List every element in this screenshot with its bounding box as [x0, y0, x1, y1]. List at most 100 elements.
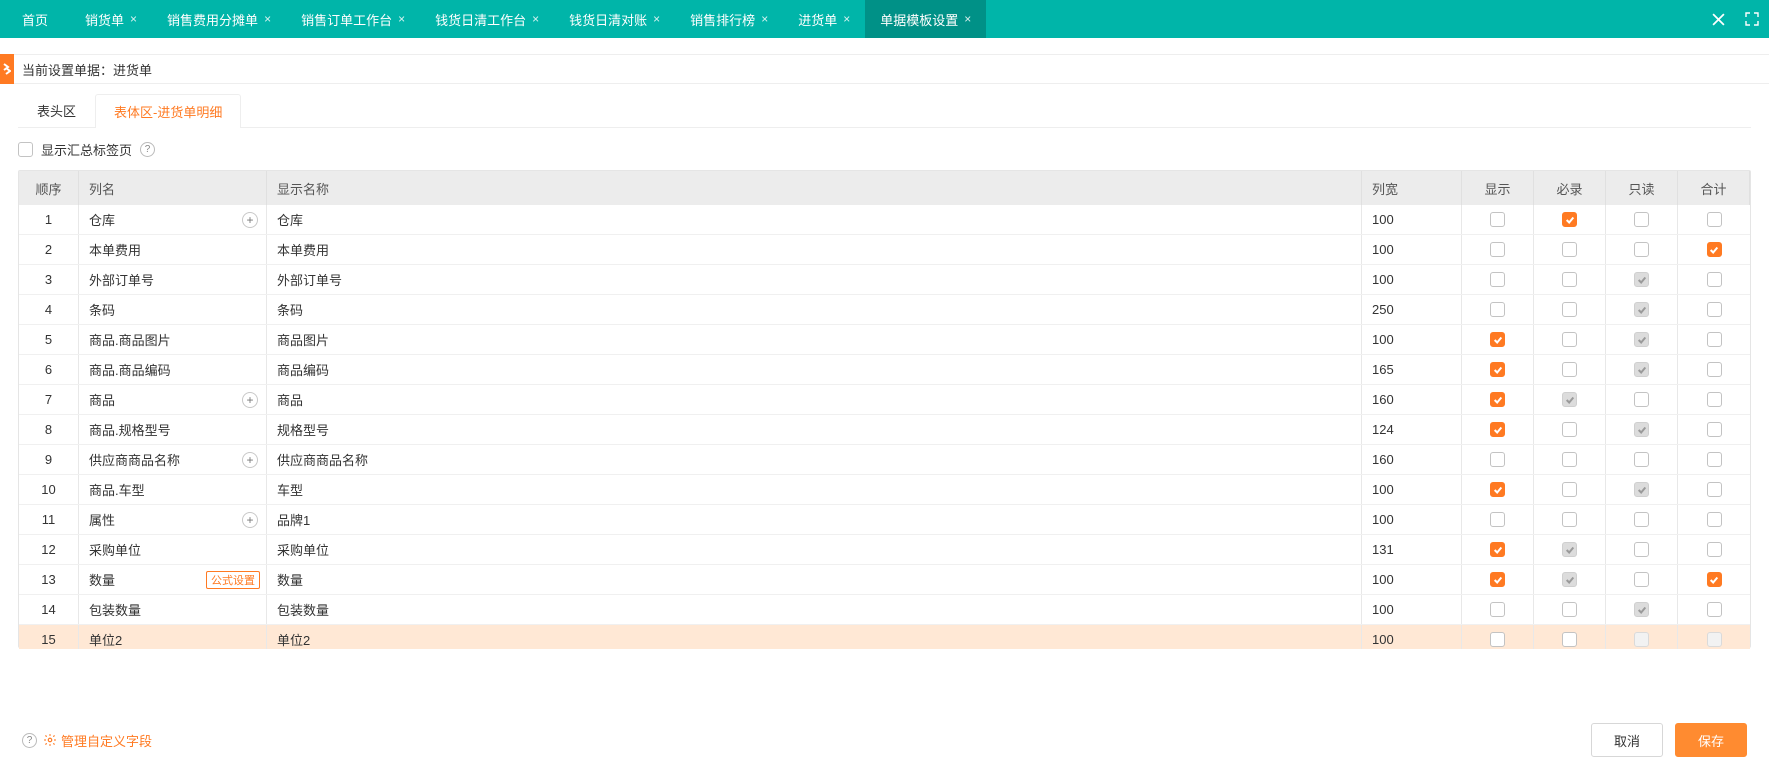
cell-display-name[interactable]: 包装数量: [267, 595, 1362, 624]
cell-display-name[interactable]: 数量: [267, 565, 1362, 594]
checkbox[interactable]: [1490, 302, 1505, 317]
table-row[interactable]: 15单位2单位2100: [19, 625, 1750, 649]
checkbox[interactable]: [1490, 602, 1505, 617]
cell-width[interactable]: 160: [1362, 445, 1462, 474]
close-all-tabs-button[interactable]: [1701, 0, 1735, 38]
table-row[interactable]: 13数量公式设置数量100: [19, 565, 1750, 595]
subtab-0[interactable]: 表头区: [18, 93, 95, 127]
tab-close-icon[interactable]: ×: [653, 12, 660, 26]
cell-width[interactable]: 100: [1362, 475, 1462, 504]
add-icon[interactable]: +: [242, 212, 258, 228]
add-icon[interactable]: +: [242, 512, 258, 528]
checkbox[interactable]: [1490, 452, 1505, 467]
checkbox[interactable]: [1707, 362, 1722, 377]
cell-width[interactable]: 100: [1362, 505, 1462, 534]
cell-width[interactable]: 124: [1362, 415, 1462, 444]
checkbox[interactable]: [1562, 272, 1577, 287]
checkbox[interactable]: [1707, 272, 1722, 287]
cell-display-name[interactable]: 车型: [267, 475, 1362, 504]
checkbox[interactable]: [1562, 482, 1577, 497]
context-expand-toggle[interactable]: [0, 54, 14, 84]
add-icon[interactable]: +: [242, 452, 258, 468]
checkbox[interactable]: [1490, 422, 1505, 437]
table-row[interactable]: 12采购单位采购单位131: [19, 535, 1750, 565]
checkbox[interactable]: [1562, 632, 1577, 647]
checkbox[interactable]: [1490, 272, 1505, 287]
table-row[interactable]: 1仓库+仓库100: [19, 205, 1750, 235]
footer-help-icon[interactable]: ?: [22, 733, 37, 748]
cell-width[interactable]: 100: [1362, 625, 1462, 649]
subtab-1[interactable]: 表体区-进货单明细: [95, 94, 241, 128]
checkbox[interactable]: [1707, 242, 1722, 257]
cell-width[interactable]: 100: [1362, 205, 1462, 234]
tab-4[interactable]: 钱货日清对账×: [554, 0, 675, 38]
tab-close-icon[interactable]: ×: [964, 12, 971, 26]
checkbox[interactable]: [1490, 332, 1505, 347]
checkbox[interactable]: [1562, 332, 1577, 347]
cell-width[interactable]: 250: [1362, 295, 1462, 324]
cell-width[interactable]: 100: [1362, 265, 1462, 294]
table-row[interactable]: 7商品+商品160: [19, 385, 1750, 415]
cell-width[interactable]: 165: [1362, 355, 1462, 384]
checkbox[interactable]: [1634, 542, 1649, 557]
table-row[interactable]: 4条码条码250: [19, 295, 1750, 325]
fullscreen-button[interactable]: [1735, 0, 1769, 38]
tab-close-icon[interactable]: ×: [264, 12, 271, 26]
tab-6[interactable]: 进货单×: [783, 0, 865, 38]
cancel-button[interactable]: 取消: [1591, 723, 1663, 757]
tab-1[interactable]: 销售费用分摊单×: [152, 0, 286, 38]
table-row[interactable]: 14包装数量包装数量100: [19, 595, 1750, 625]
cell-display-name[interactable]: 供应商商品名称: [267, 445, 1362, 474]
tab-close-icon[interactable]: ×: [130, 12, 137, 26]
checkbox[interactable]: [1707, 572, 1722, 587]
cell-width[interactable]: 100: [1362, 325, 1462, 354]
checkbox[interactable]: [1707, 392, 1722, 407]
checkbox[interactable]: [1707, 452, 1722, 467]
cell-display-name[interactable]: 仓库: [267, 205, 1362, 234]
tab-0[interactable]: 销货单×: [70, 0, 152, 38]
save-button[interactable]: 保存: [1675, 723, 1747, 757]
checkbox[interactable]: [1490, 362, 1505, 377]
tab-close-icon[interactable]: ×: [532, 12, 539, 26]
checkbox[interactable]: [1634, 512, 1649, 527]
checkbox[interactable]: [1634, 452, 1649, 467]
checkbox[interactable]: [1707, 602, 1722, 617]
tab-close-icon[interactable]: ×: [398, 12, 405, 26]
checkbox[interactable]: [1562, 212, 1577, 227]
checkbox[interactable]: [1490, 392, 1505, 407]
checkbox[interactable]: [1634, 212, 1649, 227]
checkbox[interactable]: [1562, 602, 1577, 617]
checkbox[interactable]: [1707, 302, 1722, 317]
checkbox[interactable]: [1562, 302, 1577, 317]
checkbox[interactable]: [1490, 572, 1505, 587]
cell-display-name[interactable]: 条码: [267, 295, 1362, 324]
tab-5[interactable]: 销售排行榜×: [675, 0, 783, 38]
table-row[interactable]: 8商品.规格型号规格型号124: [19, 415, 1750, 445]
cell-display-name[interactable]: 规格型号: [267, 415, 1362, 444]
tab-2[interactable]: 销售订单工作台×: [286, 0, 420, 38]
checkbox[interactable]: [1707, 212, 1722, 227]
cell-display-name[interactable]: 商品编码: [267, 355, 1362, 384]
checkbox[interactable]: [1490, 512, 1505, 527]
checkbox[interactable]: [1490, 482, 1505, 497]
tab-close-icon[interactable]: ×: [761, 12, 768, 26]
cell-width[interactable]: 100: [1362, 595, 1462, 624]
formula-tag[interactable]: 公式设置: [206, 571, 260, 589]
checkbox[interactable]: [1562, 362, 1577, 377]
cell-width[interactable]: 100: [1362, 565, 1462, 594]
table-row[interactable]: 3外部订单号外部订单号100: [19, 265, 1750, 295]
checkbox[interactable]: [1707, 542, 1722, 557]
cell-display-name[interactable]: 外部订单号: [267, 265, 1362, 294]
checkbox[interactable]: [1634, 572, 1649, 587]
checkbox[interactable]: [1490, 632, 1505, 647]
checkbox[interactable]: [1562, 422, 1577, 437]
manage-custom-fields-link[interactable]: 管理自定义字段: [61, 731, 152, 750]
table-row[interactable]: 6商品.商品编码商品编码165: [19, 355, 1750, 385]
checkbox[interactable]: [1562, 512, 1577, 527]
cell-width[interactable]: 160: [1362, 385, 1462, 414]
checkbox[interactable]: [1490, 542, 1505, 557]
cell-display-name[interactable]: 本单费用: [267, 235, 1362, 264]
cell-display-name[interactable]: 商品图片: [267, 325, 1362, 354]
checkbox[interactable]: [1562, 452, 1577, 467]
cell-width[interactable]: 100: [1362, 235, 1462, 264]
